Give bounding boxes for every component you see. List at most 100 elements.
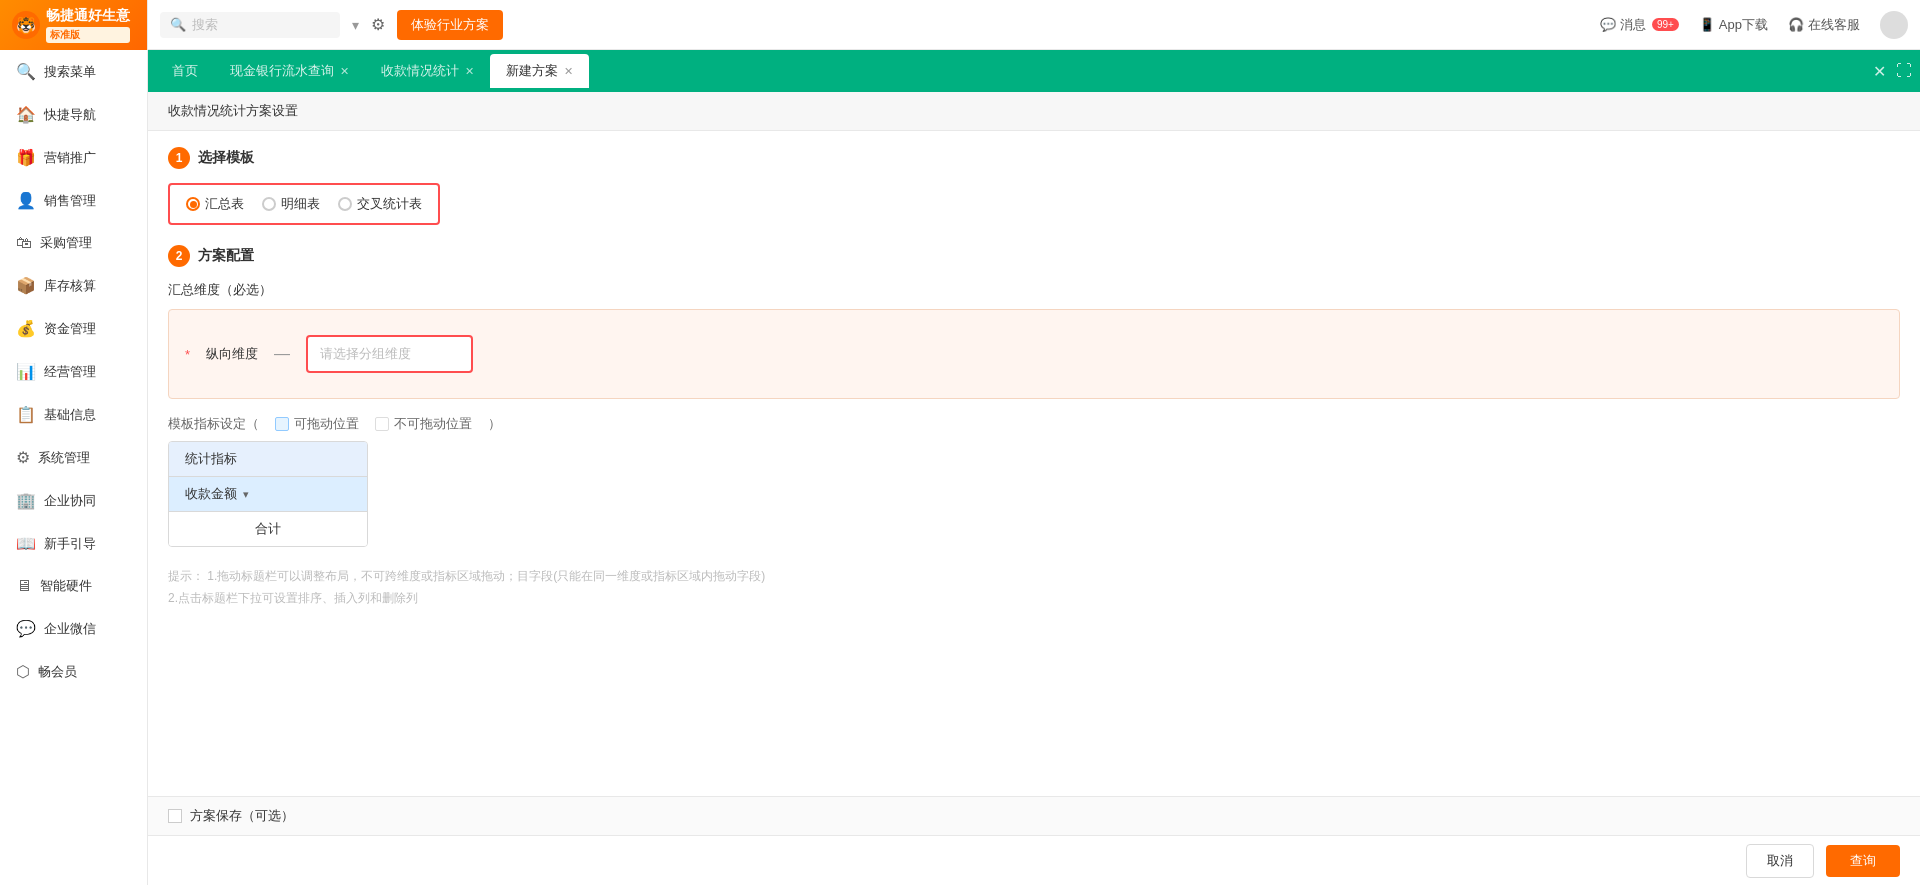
radio-summary-label: 汇总表 [205, 195, 244, 213]
metrics-label-close: ） [488, 415, 501, 433]
content-area: 收款情况统计方案设置 1 选择模板 汇总表 [148, 92, 1920, 835]
arrow-icon: — [274, 345, 290, 363]
metrics-label: 模板指标设定（ [168, 415, 259, 433]
tab-close-icon[interactable]: ✕ [564, 65, 573, 78]
topbar-right: 💬 消息 99+ 📱 App下载 🎧 在线客服 [1600, 11, 1908, 39]
avatar[interactable] [1880, 11, 1908, 39]
sidebar-item-newbie[interactable]: 📖 新手引导 [0, 522, 147, 565]
tab-label: 首页 [172, 62, 198, 80]
sidebar-item-wechat[interactable]: 💬 企业微信 [0, 607, 147, 650]
sidebar-item-basics[interactable]: 📋 基础信息 [0, 393, 147, 436]
sidebar-item-marketing[interactable]: 🎁 营销推广 [0, 136, 147, 179]
radio-dot-detail [262, 197, 276, 211]
sidebar-item-hardware[interactable]: 🖥 智能硬件 [0, 565, 147, 607]
immovable-indicator [375, 417, 389, 431]
online-service-btn[interactable]: 🎧 在线客服 [1788, 16, 1860, 34]
notifications-badge: 99+ [1652, 18, 1679, 31]
immovable-label: 不可拖动位置 [394, 415, 472, 433]
section1-num: 1 [168, 147, 190, 169]
clipboard-icon: 📋 [16, 405, 36, 424]
sidebar-logo: 🐯 畅捷通好生意 标准版 [0, 0, 147, 50]
sidebar-item-inventory[interactable]: 📦 库存核算 [0, 264, 147, 307]
tab-receipt-stat[interactable]: 收款情况统计 ✕ [365, 54, 490, 88]
form-body: 1 选择模板 汇总表 明细表 [148, 131, 1920, 796]
query-button[interactable]: 查询 [1826, 845, 1900, 877]
sidebar-item-quick-nav[interactable]: 🏠 快捷导航 [0, 93, 147, 136]
sidebar-item-purchase[interactable]: 🛍 采购管理 [0, 222, 147, 264]
page-header: 收款情况统计方案设置 [148, 92, 1920, 131]
maximize-icon[interactable]: ⛶ [1896, 62, 1912, 80]
sidebar-item-label: 搜索菜单 [44, 63, 96, 81]
section2: 2 方案配置 汇总维度（必选） * 纵向维度 — [168, 245, 1900, 609]
sidebar-item-system[interactable]: ⚙ 系统管理 [0, 436, 147, 479]
dimension-select[interactable]: 请选择分组维度 [306, 335, 473, 373]
sidebar-item-operations[interactable]: 📊 经营管理 [0, 350, 147, 393]
logo-sub: 标准版 [46, 27, 130, 43]
sidebar-item-label: 库存核算 [44, 277, 96, 295]
box-icon: 📦 [16, 276, 36, 295]
settings-icon[interactable]: ⚙ [371, 15, 385, 34]
notifications-btn[interactable]: 💬 消息 99+ [1600, 16, 1679, 34]
search-icon: 🔍 [170, 17, 186, 32]
bag-icon: 🛍 [16, 234, 32, 252]
gift-icon: 🎁 [16, 148, 36, 167]
gear-icon: ⚙ [16, 448, 30, 467]
headset-icon: 🎧 [1788, 17, 1804, 32]
hexagon-icon: ⬡ [16, 662, 30, 681]
sidebar-item-label: 营销推广 [44, 149, 96, 167]
hint-item-2: 2.点击标题栏下拉可设置排序、插入列和删除列 [168, 588, 1900, 610]
metrics-header-cell[interactable]: 统计指标 [169, 442, 367, 476]
metrics-subheader-cell[interactable]: 收款金额 ▾ [169, 477, 367, 511]
tab-bank-flow[interactable]: 现金银行流水查询 ✕ [214, 54, 365, 88]
sidebar-item-sales[interactable]: 👤 销售管理 [0, 179, 147, 222]
dim-row: * 纵向维度 — 请选择分组维度 [185, 335, 473, 373]
tab-label: 现金银行流水查询 [230, 62, 334, 80]
save-section: 方案保存（可选） [148, 796, 1920, 835]
close-window-icon[interactable]: ✕ [1873, 62, 1886, 81]
tab-close-icon[interactable]: ✕ [340, 65, 349, 78]
chevron-down-icon[interactable]: ▾ [352, 17, 359, 33]
radio-detail-label: 明细表 [281, 195, 320, 213]
movable-label: 可拖动位置 [294, 415, 359, 433]
tab-close-icon[interactable]: ✕ [465, 65, 474, 78]
tab-label: 新建方案 [506, 62, 558, 80]
app-download-btn[interactable]: 📱 App下载 [1699, 16, 1768, 34]
cancel-button[interactable]: 取消 [1746, 844, 1814, 878]
template-selection-box: 汇总表 明细表 交叉统计表 [168, 183, 440, 225]
radio-cross[interactable]: 交叉统计表 [338, 195, 422, 213]
sidebar-item-enterprise[interactable]: 🏢 企业协同 [0, 479, 147, 522]
save-checkbox[interactable] [168, 809, 182, 823]
radio-summary[interactable]: 汇总表 [186, 195, 244, 213]
section2-num: 2 [168, 245, 190, 267]
tab-new-plan[interactable]: 新建方案 ✕ [490, 54, 589, 88]
tab-home[interactable]: 首页 [156, 54, 214, 88]
sidebar-item-member[interactable]: ⬡ 畅会员 [0, 650, 147, 693]
sidebar-item-search-menu[interactable]: 🔍 搜索菜单 [0, 50, 147, 93]
dimension-placeholder: 请选择分组维度 [320, 346, 411, 361]
sidebar-item-label: 资金管理 [44, 320, 96, 338]
radio-detail[interactable]: 明细表 [262, 195, 320, 213]
sidebar-item-label: 快捷导航 [44, 106, 96, 124]
message-icon: 💬 [1600, 17, 1616, 32]
tabbar: 首页 现金银行流水查询 ✕ 收款情况统计 ✕ 新建方案 ✕ ✕ ⛶ [148, 50, 1920, 92]
money-icon: 💰 [16, 319, 36, 338]
immovable-tag: 不可拖动位置 [375, 415, 472, 433]
chat-icon: 💬 [16, 619, 36, 638]
movable-indicator [275, 417, 289, 431]
template-radio-group: 汇总表 明细表 交叉统计表 [186, 195, 422, 213]
sidebar-item-label: 经营管理 [44, 363, 96, 381]
book-icon: 📖 [16, 534, 36, 553]
chart-icon: 📊 [16, 362, 36, 381]
dimension-title: 汇总维度（必选） [168, 281, 1900, 299]
sidebar-item-capital[interactable]: 💰 资金管理 [0, 307, 147, 350]
sidebar-item-label: 畅会员 [38, 663, 77, 681]
section1: 1 选择模板 汇总表 明细表 [168, 147, 1900, 245]
section2-title: 方案配置 [198, 247, 254, 265]
vertical-dim-label: 纵向维度 [206, 345, 258, 363]
chevron-down-icon: ▾ [243, 488, 249, 501]
topbar: 🔍 搜索 ▾ ⚙ 体验行业方案 💬 消息 99+ 📱 App下载 🎧 在线客服 [148, 0, 1920, 50]
search-box[interactable]: 🔍 搜索 [160, 12, 340, 38]
download-label: App下载 [1719, 16, 1768, 34]
industry-btn[interactable]: 体验行业方案 [397, 10, 503, 40]
sidebar-item-label: 系统管理 [38, 449, 90, 467]
